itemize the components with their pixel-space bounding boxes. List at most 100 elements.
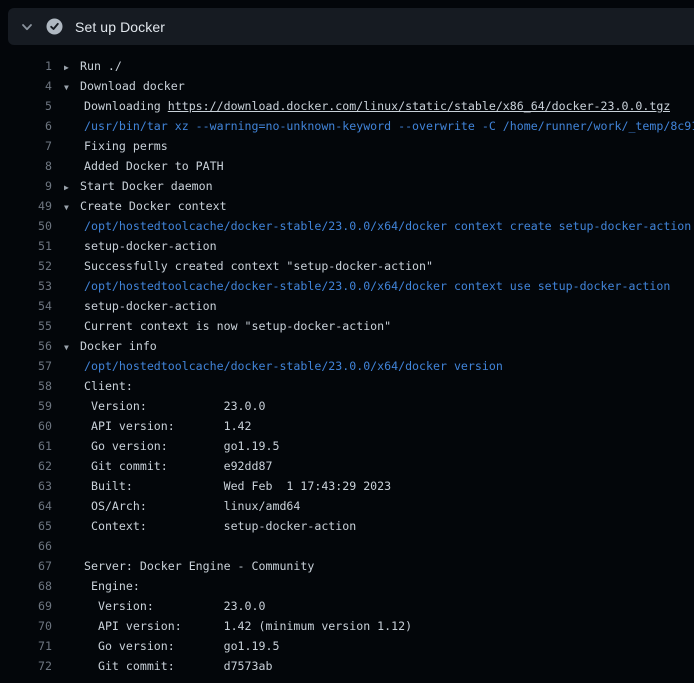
triangle-down-icon[interactable]: ▼ (64, 338, 74, 358)
triangle-down-icon[interactable]: ▼ (64, 198, 74, 218)
line-number[interactable]: 58 (0, 376, 52, 396)
log-group-header[interactable]: ▶ Run ./ (64, 56, 122, 78)
log-text: Server: Docker Engine - Community (84, 556, 314, 576)
log-text: Fixing perms (84, 136, 168, 156)
line-number[interactable]: 70 (0, 616, 52, 636)
log-command-text: /usr/bin/tar xz --warning=no-unknown-key… (84, 116, 694, 136)
log-command-text: /opt/hostedtoolcache/docker-stable/23.0.… (84, 216, 691, 236)
log-line: 56 ▼ Docker info (0, 336, 694, 356)
line-number[interactable]: 55 (0, 316, 52, 336)
line-number[interactable]: 61 (0, 436, 52, 456)
line-number[interactable]: 50 (0, 216, 52, 236)
log-text: Engine: (84, 576, 140, 596)
log-line: 49 ▼ Create Docker context (0, 196, 694, 216)
log-text: API version: 1.42 (minimum version 1.12) (84, 616, 412, 636)
line-number[interactable]: 59 (0, 396, 52, 416)
group-label: Docker info (80, 339, 157, 353)
step-title: Set up Docker (75, 19, 165, 35)
log-group-header[interactable]: ▼ Download docker (64, 76, 185, 98)
line-number[interactable]: 53 (0, 276, 52, 296)
log-line: 4 ▼ Download docker (0, 76, 694, 96)
line-number[interactable]: 51 (0, 236, 52, 256)
line-number[interactable]: 56 (0, 336, 52, 356)
log-line: 50/opt/hostedtoolcache/docker-stable/23.… (0, 216, 694, 236)
line-number[interactable]: 6 (0, 116, 52, 136)
log-command-text: /opt/hostedtoolcache/docker-stable/23.0.… (84, 276, 670, 296)
log-text: Downloading https://download.docker.com/… (84, 96, 670, 116)
line-number[interactable]: 5 (0, 96, 52, 116)
log-text: Added Docker to PATH (84, 156, 224, 176)
log-line: 6/usr/bin/tar xz --warning=no-unknown-ke… (0, 116, 694, 136)
log-text: Version: 23.0.0 (84, 596, 265, 616)
line-number[interactable]: 7 (0, 136, 52, 156)
download-url-link[interactable]: https://download.docker.com/linux/static… (168, 99, 671, 113)
log-line: 1 ▶ Run ./ (0, 56, 694, 76)
log-line: 7 Fixing perms (0, 136, 694, 156)
step-header[interactable]: Set up Docker (8, 8, 694, 45)
line-number[interactable]: 1 (0, 56, 52, 76)
success-check-icon (46, 18, 63, 35)
line-number[interactable]: 68 (0, 576, 52, 596)
log-text: Successfully created context "setup-dock… (84, 256, 433, 276)
log-text: Version: 23.0.0 (84, 396, 265, 416)
line-number[interactable]: 72 (0, 656, 52, 676)
log-line: 62 Git commit: e92dd87 (0, 456, 694, 476)
log-line: 53/opt/hostedtoolcache/docker-stable/23.… (0, 276, 694, 296)
log-text: Client: (84, 376, 133, 396)
line-number[interactable]: 71 (0, 636, 52, 656)
line-number[interactable]: 9 (0, 176, 52, 196)
line-number[interactable]: 54 (0, 296, 52, 316)
log-group-header[interactable]: ▼ Create Docker context (64, 196, 227, 218)
log-text: OS/Arch: linux/amd64 (84, 496, 300, 516)
log-line: 58 Client: (0, 376, 694, 396)
log-text: setup-docker-action (84, 236, 217, 256)
log-line: 67 Server: Docker Engine - Community (0, 556, 694, 576)
log-text: Go version: go1.19.5 (84, 636, 279, 656)
log-line: 57/opt/hostedtoolcache/docker-stable/23.… (0, 356, 694, 376)
line-number[interactable]: 8 (0, 156, 52, 176)
line-number[interactable]: 65 (0, 516, 52, 536)
line-number[interactable]: 66 (0, 536, 52, 556)
log-line: 61 Go version: go1.19.5 (0, 436, 694, 456)
line-number[interactable]: 64 (0, 496, 52, 516)
log-line: 59 Version: 23.0.0 (0, 396, 694, 416)
log-line: 52 Successfully created context "setup-do… (0, 256, 694, 276)
log-command-text: /opt/hostedtoolcache/docker-stable/23.0.… (84, 356, 503, 376)
line-number[interactable]: 60 (0, 416, 52, 436)
log-line: 63 Built: Wed Feb 1 17:43:29 2023 (0, 476, 694, 496)
log-text: Current context is now "setup-docker-act… (84, 316, 391, 336)
log-line: 8 Added Docker to PATH (0, 156, 694, 176)
line-number[interactable]: 4 (0, 76, 52, 96)
log-line: 64 OS/Arch: linux/amd64 (0, 496, 694, 516)
line-number[interactable]: 69 (0, 596, 52, 616)
line-number[interactable]: 52 (0, 256, 52, 276)
line-number[interactable]: 67 (0, 556, 52, 576)
log-line: 51 setup-docker-action (0, 236, 694, 256)
log-line: 68 Engine: (0, 576, 694, 596)
log-text: Built: Wed Feb 1 17:43:29 2023 (84, 476, 391, 496)
log-line: 5 Downloading https://download.docker.com… (0, 96, 694, 116)
log-text: Git commit: e92dd87 (84, 456, 272, 476)
log-group-header[interactable]: ▶ Start Docker daemon (64, 176, 213, 198)
triangle-right-icon[interactable]: ▶ (64, 58, 74, 78)
log-line: 55 Current context is now "setup-docker-a… (0, 316, 694, 336)
line-number[interactable]: 57 (0, 356, 52, 376)
triangle-down-icon[interactable]: ▼ (64, 78, 74, 98)
triangle-right-icon[interactable]: ▶ (64, 178, 74, 198)
group-label: Download docker (80, 79, 185, 93)
log-line: 60 API version: 1.42 (0, 416, 694, 436)
log-lines: 1 ▶ Run ./ 4 ▼ Download docker 5 Downloading ht… (0, 45, 694, 676)
chevron-down-icon[interactable] (19, 19, 35, 35)
log-text: Downloading (84, 99, 168, 113)
group-label: Create Docker context (80, 199, 227, 213)
line-number[interactable]: 49 (0, 196, 52, 216)
log-line: 70 API version: 1.42 (minimum version 1.… (0, 616, 694, 636)
log-group-header[interactable]: ▼ Docker info (64, 336, 157, 358)
log-text: Git commit: d7573ab (84, 656, 272, 676)
group-label: Run ./ (80, 59, 122, 73)
log-line: 66 (0, 536, 694, 556)
log-line: 72 Git commit: d7573ab (0, 656, 694, 676)
line-number[interactable]: 62 (0, 456, 52, 476)
group-label: Start Docker daemon (80, 179, 213, 193)
line-number[interactable]: 63 (0, 476, 52, 496)
